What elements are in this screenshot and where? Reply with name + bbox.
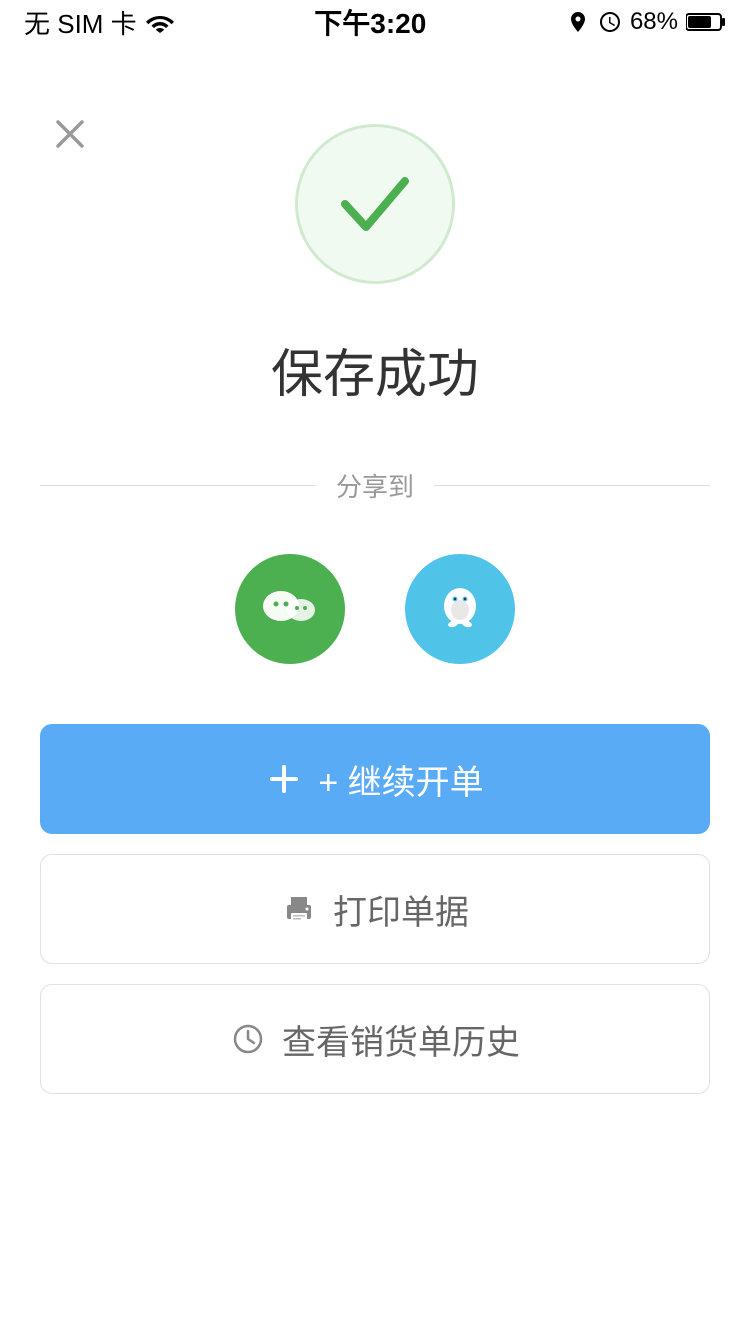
continue-order-button[interactable]: + 继续开单 <box>40 724 710 834</box>
print-icon <box>281 891 317 927</box>
history-label: 查看销货单历史 <box>282 1015 520 1064</box>
history-button[interactable]: 查看销货单历史 <box>40 984 710 1094</box>
qq-icon <box>425 574 495 644</box>
share-divider: 分享到 <box>40 467 710 504</box>
share-section: 分享到 <box>0 467 750 664</box>
main-content: 保存成功 分享到 <box>0 44 750 1334</box>
no-sim-text: 无 SIM 卡 <box>24 4 137 41</box>
share-qq-button[interactable] <box>405 554 515 664</box>
success-title: 保存成功 <box>271 332 479 407</box>
buttons-section: + 继续开单 打印单据 查看销货单历史 <box>0 724 750 1094</box>
status-left: 无 SIM 卡 <box>24 4 175 41</box>
wechat-icon <box>255 574 325 644</box>
close-button[interactable] <box>40 104 100 164</box>
plus-icon <box>266 761 302 797</box>
alarm-icon <box>598 10 622 34</box>
share-icons-container <box>40 554 710 664</box>
battery-icon <box>686 12 726 32</box>
location-icon <box>566 10 590 34</box>
status-time: 下午3:20 <box>314 2 426 42</box>
checkmark-icon <box>330 159 420 249</box>
close-icon <box>52 116 88 152</box>
status-right: 68% <box>566 8 726 36</box>
wifi-icon <box>145 11 175 33</box>
share-wechat-button[interactable] <box>235 554 345 664</box>
success-icon-circle <box>295 124 455 284</box>
status-bar: 无 SIM 卡 下午3:20 68% <box>0 0 750 44</box>
share-divider-text: 分享到 <box>316 467 434 504</box>
battery-text: 68% <box>630 8 678 36</box>
print-label: 打印单据 <box>333 885 469 934</box>
history-icon <box>230 1021 266 1057</box>
print-button[interactable]: 打印单据 <box>40 854 710 964</box>
continue-label: + 继续开单 <box>318 755 483 804</box>
